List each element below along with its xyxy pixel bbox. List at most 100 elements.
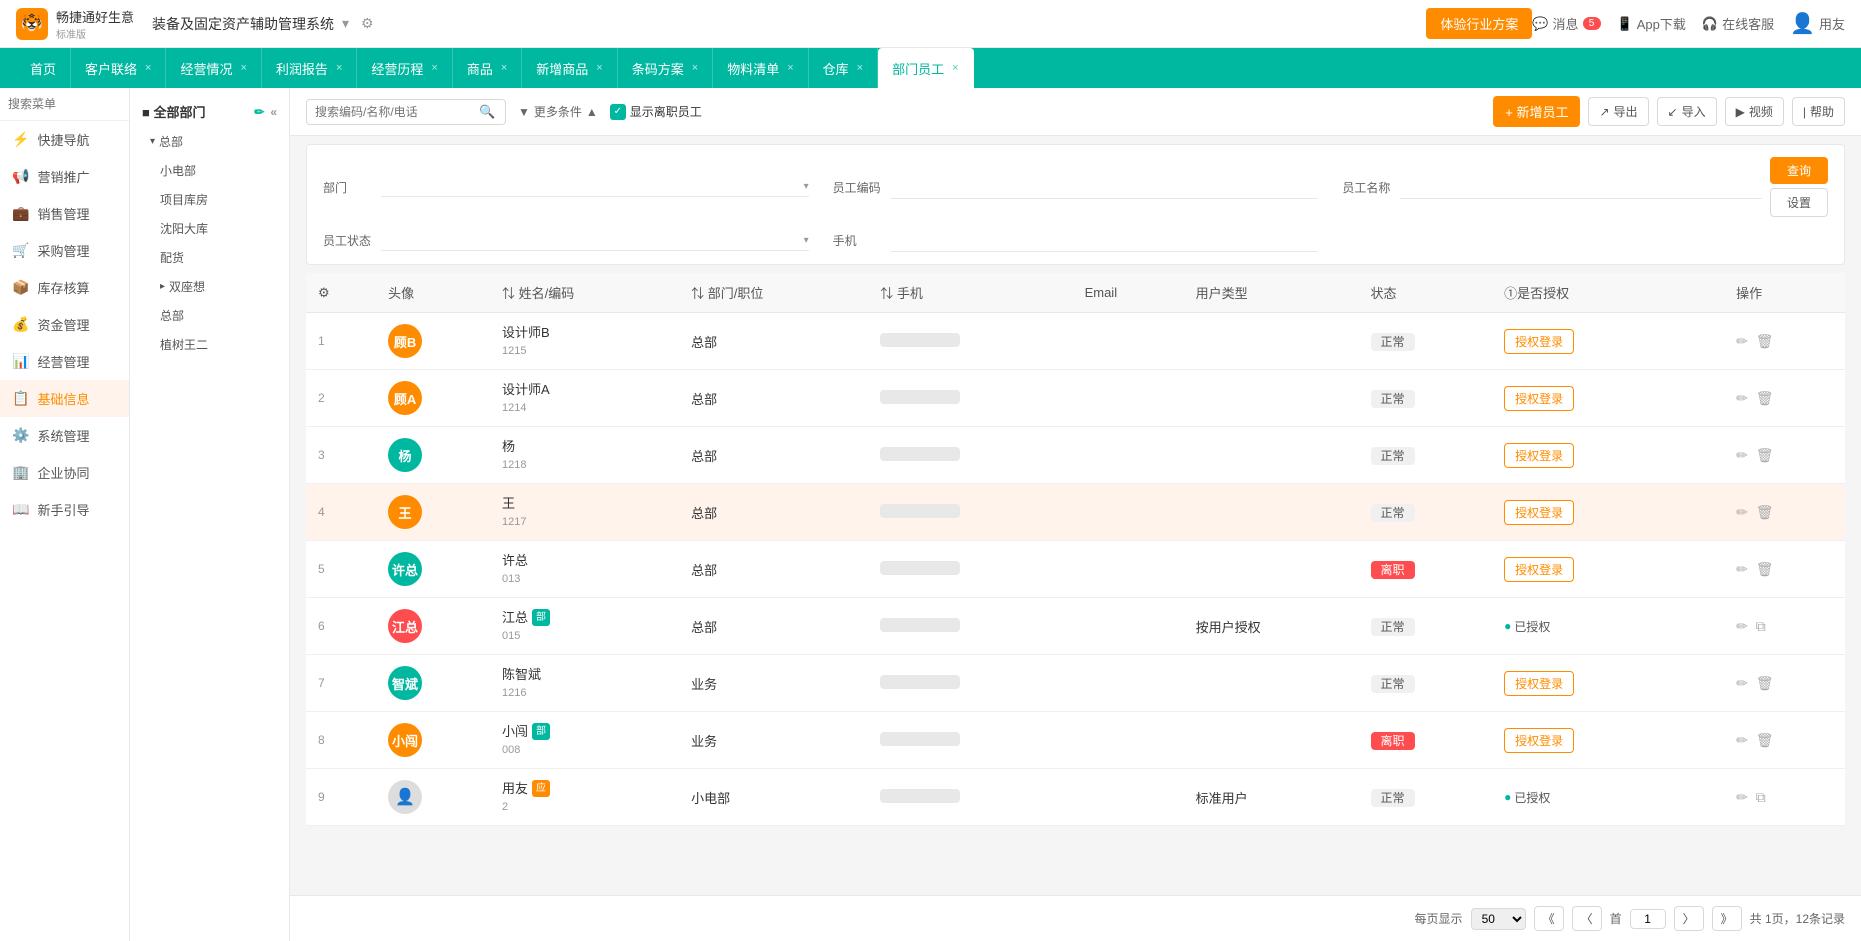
show-resigned-toggle[interactable]: ✓ 显示离职员工 — [610, 103, 702, 120]
tab-customer[interactable]: 客户联络 × — [71, 48, 166, 88]
auth-login-button[interactable]: 授权登录 — [1504, 386, 1574, 411]
add-employee-button[interactable]: + 新增员工 — [1493, 96, 1580, 127]
edit-icon[interactable]: ✏ — [1736, 732, 1748, 749]
dept-edit-icon[interactable]: ✏ — [254, 105, 264, 119]
sidebar-item-purchase[interactable]: 🛒 采购管理 — [0, 232, 129, 269]
import-button[interactable]: ↙ 导入 — [1657, 97, 1717, 126]
dept-select[interactable]: ▾ — [381, 177, 809, 197]
sidebar-item-sales[interactable]: 💼 销售管理 — [0, 195, 129, 232]
sidebar-item-inventory[interactable]: 📦 库存核算 — [0, 269, 129, 306]
delete-icon[interactable]: 🗑 — [1756, 561, 1774, 578]
col-settings[interactable]: ⚙ — [306, 273, 376, 313]
delete-icon[interactable]: 🗑 — [1756, 504, 1774, 521]
edit-icon[interactable]: ✏ — [1736, 789, 1748, 806]
dept-item-shenyang[interactable]: 沈阳大库 — [130, 214, 289, 243]
online-service-button[interactable]: 🎧 在线客服 — [1702, 14, 1774, 33]
emp-code-input[interactable] — [891, 176, 1319, 199]
delete-icon[interactable]: 🗑 — [1756, 390, 1774, 407]
prev-page-button[interactable]: 〈 — [1572, 906, 1602, 931]
auth-login-button[interactable]: 授权登录 — [1504, 728, 1574, 753]
settings-gear-icon[interactable]: ⚙ — [361, 15, 374, 32]
tab-goods[interactable]: 商品 × — [453, 48, 522, 88]
edit-icon[interactable]: ✏ — [1736, 504, 1748, 521]
dept-item-delivery[interactable]: 配货 — [130, 243, 289, 272]
sidebar-item-business[interactable]: 📊 经营管理 — [0, 343, 129, 380]
sidebar-item-marketing[interactable]: 📢 营销推广 — [0, 158, 129, 195]
col-phone[interactable]: ⇅ 手机 — [868, 273, 1072, 313]
edit-icon[interactable]: ✏ — [1736, 390, 1748, 407]
edit-icon[interactable]: ✏ — [1736, 675, 1748, 692]
tab-bom[interactable]: 物料清单 × — [713, 48, 808, 88]
delete-icon[interactable]: 🗑 — [1756, 732, 1774, 749]
sidebar-item-basic-info[interactable]: 📋 基础信息 — [0, 380, 129, 417]
edit-icon[interactable]: ✏ — [1736, 447, 1748, 464]
auth-login-button[interactable]: 授权登录 — [1504, 443, 1574, 468]
edit-icon[interactable]: ✏ — [1736, 333, 1748, 350]
page-number-input[interactable] — [1630, 909, 1666, 929]
sidebar-item-finance[interactable]: 💰 资金管理 — [0, 306, 129, 343]
copy-icon[interactable]: ⧉ — [1756, 789, 1766, 806]
delete-icon[interactable]: 🗑 — [1756, 333, 1774, 350]
avatar: 江总 — [388, 609, 422, 643]
filter-phone-row: 手机 — [833, 229, 1319, 252]
first-page-button[interactable]: 《 — [1534, 906, 1564, 931]
next-page-button[interactable]: 〉 — [1674, 906, 1704, 931]
message-button[interactable]: 💬 消息 5 — [1532, 14, 1600, 33]
copy-icon[interactable]: ⧉ — [1756, 618, 1766, 635]
col-dept-pos[interactable]: ⇅ 部门/职位 — [679, 273, 868, 313]
dept-cell: 总部 — [679, 370, 868, 427]
export-button[interactable]: ↗ 导出 — [1588, 97, 1648, 126]
emp-status-select[interactable]: ▾ — [381, 231, 809, 251]
tab-profit[interactable]: 利润报告 × — [262, 48, 357, 88]
edit-icon[interactable]: ✏ — [1736, 561, 1748, 578]
sidebar-item-quick-nav[interactable]: ⚡ 快捷导航 — [0, 121, 129, 158]
emp-name-input[interactable] — [1400, 176, 1762, 199]
delete-icon[interactable]: 🗑 — [1756, 447, 1774, 464]
view-button[interactable]: ▶ 视频 — [1725, 97, 1784, 126]
dept-cell: 总部 — [679, 598, 868, 655]
chevron-down-icon[interactable]: ▾ — [342, 15, 349, 32]
chevron-down-icon: ▾ — [150, 136, 155, 147]
auth-login-button[interactable]: 授权登录 — [1504, 557, 1574, 582]
tab-warehouse[interactable]: 仓库 × — [809, 48, 878, 88]
query-button[interactable]: 查询 — [1770, 157, 1828, 184]
more-conditions-button[interactable]: ▼ 更多条件 ▲ — [518, 103, 598, 120]
auth-login-button[interactable]: 授权登录 — [1504, 500, 1574, 525]
sidebar-item-guide[interactable]: 📖 新手引导 — [0, 491, 129, 528]
dept-item-project[interactable]: 项目库房 — [130, 185, 289, 214]
total-info: 共 1页，12条记录 — [1750, 910, 1845, 927]
last-page-button[interactable]: 》 — [1712, 906, 1742, 931]
sidebar-item-corp[interactable]: 🏢 企业协同 — [0, 454, 129, 491]
tab-history[interactable]: 经营历程 × — [357, 48, 452, 88]
user-type-cell — [1184, 313, 1359, 370]
edit-icon[interactable]: ✏ — [1736, 618, 1748, 635]
tab-operations[interactable]: 经营情况 × — [166, 48, 261, 88]
sidebar-search-input[interactable] — [8, 97, 130, 111]
dept-item-hq2[interactable]: 总部 — [130, 301, 289, 330]
show-resigned-checkbox[interactable]: ✓ — [610, 104, 626, 120]
avatar: 杨 — [388, 438, 422, 472]
tab-home[interactable]: 首页 — [16, 48, 71, 88]
dept-item-small-elec[interactable]: 小电部 — [130, 156, 289, 185]
set-button[interactable]: 设置 — [1770, 188, 1828, 217]
tab-add-goods[interactable]: 新增商品 × — [522, 48, 617, 88]
tab-barcode[interactable]: 条码方案 × — [618, 48, 713, 88]
auth-login-button[interactable]: 授权登录 — [1504, 671, 1574, 696]
dept-collapse-icon[interactable]: « — [270, 105, 277, 119]
auth-login-button[interactable]: 授权登录 — [1504, 329, 1574, 354]
col-name-code[interactable]: ⇅ 姓名/编码 — [490, 273, 679, 313]
tab-employees[interactable]: 部门员工 × — [878, 48, 973, 88]
phone-input[interactable] — [891, 229, 1319, 252]
table-container: ⚙ 头像 ⇅ 姓名/编码 ⇅ 部门/职位 ⇅ 手机 Email 用户类型 状态 … — [290, 273, 1861, 895]
app-download-button[interactable]: 📱 App下载 — [1617, 14, 1686, 33]
page-size-select[interactable]: 50 20 100 — [1471, 908, 1526, 930]
trial-button[interactable]: 体验行业方案 — [1426, 8, 1532, 39]
dept-item-zhishu[interactable]: 植树王二 — [130, 330, 289, 359]
user-button[interactable]: 👤 用友 — [1790, 11, 1845, 36]
dept-item-headquarters[interactable]: ▾ 总部 — [130, 127, 289, 156]
search-input[interactable] — [315, 105, 475, 119]
help-button[interactable]: | 帮助 — [1792, 97, 1845, 126]
sidebar-item-system[interactable]: ⚙️ 系统管理 — [0, 417, 129, 454]
delete-icon[interactable]: 🗑 — [1756, 675, 1774, 692]
dept-item-shuangzuo[interactable]: ▸ 双座想 — [130, 272, 289, 301]
